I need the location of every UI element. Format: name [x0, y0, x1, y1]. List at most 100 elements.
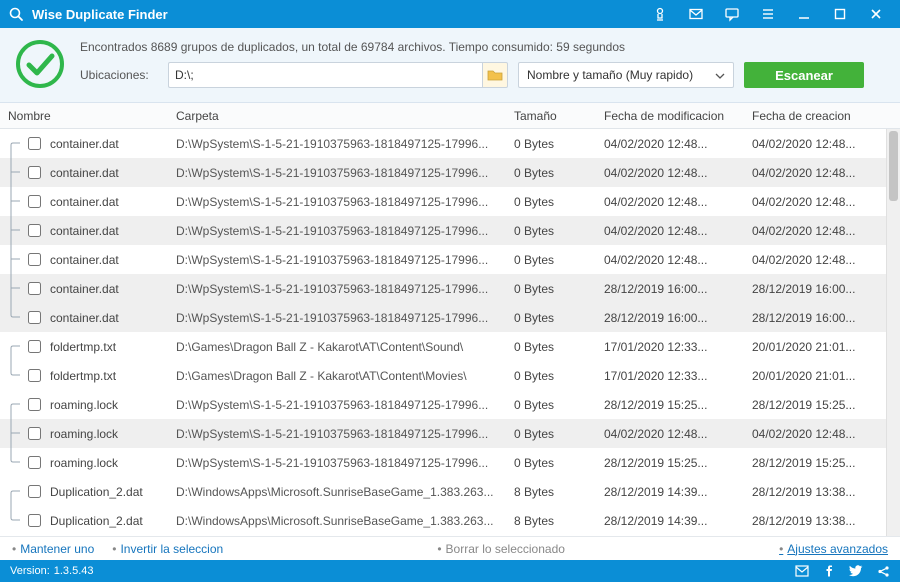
- table-row[interactable]: container.datD:\WpSystem\S-1-5-21-191037…: [0, 129, 886, 158]
- row-checkbox[interactable]: [28, 224, 41, 237]
- table-row[interactable]: Duplication_2.datD:\WindowsApps\Microsof…: [0, 477, 886, 506]
- col-modified[interactable]: Fecha de modificacion: [596, 109, 744, 123]
- close-button[interactable]: [858, 0, 894, 28]
- version-label: Version:: [10, 565, 50, 577]
- group-connector-icon: [0, 129, 22, 158]
- vertical-scrollbar[interactable]: [886, 129, 900, 536]
- row-checkbox[interactable]: [28, 137, 41, 150]
- minimize-button[interactable]: [786, 0, 822, 28]
- cell-folder: D:\WpSystem\S-1-5-21-1910375963-18184971…: [168, 311, 506, 325]
- cell-modified: 04/02/2020 12:48...: [596, 427, 744, 441]
- scan-button[interactable]: Escanear: [744, 62, 864, 88]
- feedback-icon[interactable]: [714, 0, 750, 28]
- row-checkbox[interactable]: [28, 282, 41, 295]
- status-success-icon: [14, 38, 66, 90]
- row-checkbox[interactable]: [28, 340, 41, 353]
- maximize-button[interactable]: [822, 0, 858, 28]
- cell-size: 0 Bytes: [506, 166, 596, 180]
- table-row[interactable]: container.datD:\WpSystem\S-1-5-21-191037…: [0, 245, 886, 274]
- col-size[interactable]: Tamaño: [506, 109, 596, 123]
- hint-icon[interactable]: [642, 0, 678, 28]
- scrollbar-thumb[interactable]: [889, 131, 898, 201]
- app-window: Wise Duplicate Finder Encontrados 8689 g…: [0, 0, 900, 582]
- cell-name: container.dat: [46, 282, 168, 296]
- advanced-settings-link[interactable]: •Ajustes avanzados: [779, 542, 888, 556]
- cell-modified: 28/12/2019 14:39...: [596, 485, 744, 499]
- table-row[interactable]: foldertmp.txtD:\Games\Dragon Ball Z - Ka…: [0, 361, 886, 390]
- cell-modified: 04/02/2020 12:48...: [596, 166, 744, 180]
- sb-mail-icon[interactable]: [795, 565, 809, 578]
- cell-name: container.dat: [46, 224, 168, 238]
- delete-selected-link[interactable]: •Borrar lo seleccionado: [437, 542, 565, 556]
- cell-folder: D:\Games\Dragon Ball Z - Kakarot\AT\Cont…: [168, 340, 506, 354]
- mail-icon[interactable]: [678, 0, 714, 28]
- invert-selection-link[interactable]: •Invertir la seleccion: [112, 542, 223, 556]
- group-connector-icon: [0, 187, 22, 216]
- titlebar: Wise Duplicate Finder: [0, 0, 900, 28]
- cell-created: 28/12/2019 16:00...: [744, 311, 886, 325]
- table-row[interactable]: roaming.lockD:\WpSystem\S-1-5-21-1910375…: [0, 419, 886, 448]
- cell-folder: D:\WpSystem\S-1-5-21-1910375963-18184971…: [168, 398, 506, 412]
- version-value: 1.3.5.43: [54, 565, 94, 577]
- row-checkbox[interactable]: [28, 369, 41, 382]
- group-connector-icon: [0, 158, 22, 187]
- cell-name: roaming.lock: [46, 398, 168, 412]
- cell-size: 0 Bytes: [506, 340, 596, 354]
- cell-modified: 28/12/2019 15:25...: [596, 456, 744, 470]
- cell-name: foldertmp.txt: [46, 369, 168, 383]
- row-checkbox[interactable]: [28, 485, 41, 498]
- cell-folder: D:\WpSystem\S-1-5-21-1910375963-18184971…: [168, 166, 506, 180]
- group-connector-icon: [0, 332, 22, 361]
- cell-name: container.dat: [46, 311, 168, 325]
- match-mode-value: Nombre y tamaño (Muy rapido): [527, 68, 693, 82]
- table-row[interactable]: container.datD:\WpSystem\S-1-5-21-191037…: [0, 274, 886, 303]
- row-checkbox[interactable]: [28, 166, 41, 179]
- row-checkbox[interactable]: [28, 398, 41, 411]
- cell-modified: 04/02/2020 12:48...: [596, 253, 744, 267]
- table-row[interactable]: container.datD:\WpSystem\S-1-5-21-191037…: [0, 303, 886, 332]
- group-connector-icon: [0, 245, 22, 274]
- keep-one-link[interactable]: •Mantener uno: [12, 542, 94, 556]
- row-checkbox[interactable]: [28, 456, 41, 469]
- sb-share-icon[interactable]: [877, 565, 890, 578]
- browse-folder-button[interactable]: [482, 62, 508, 88]
- cell-created: 04/02/2020 12:48...: [744, 195, 886, 209]
- cell-created: 20/01/2020 21:01...: [744, 369, 886, 383]
- col-created[interactable]: Fecha de creacion: [744, 109, 886, 123]
- cell-folder: D:\WpSystem\S-1-5-21-1910375963-18184971…: [168, 282, 506, 296]
- col-name[interactable]: Nombre: [0, 109, 168, 123]
- statusbar: Version: 1.3.5.43: [0, 560, 900, 582]
- table-row[interactable]: foldertmp.txtD:\Games\Dragon Ball Z - Ka…: [0, 332, 886, 361]
- table-row[interactable]: container.datD:\WpSystem\S-1-5-21-191037…: [0, 216, 886, 245]
- cell-size: 0 Bytes: [506, 137, 596, 151]
- table-row[interactable]: roaming.lockD:\WpSystem\S-1-5-21-1910375…: [0, 390, 886, 419]
- cell-modified: 28/12/2019 14:39...: [596, 514, 744, 528]
- cell-name: container.dat: [46, 253, 168, 267]
- sb-twitter-icon[interactable]: [849, 565, 863, 578]
- table-row[interactable]: container.datD:\WpSystem\S-1-5-21-191037…: [0, 187, 886, 216]
- cell-size: 0 Bytes: [506, 369, 596, 383]
- row-checkbox[interactable]: [28, 427, 41, 440]
- table-row[interactable]: Duplication_2.datD:\WindowsApps\Microsof…: [0, 506, 886, 535]
- table-row[interactable]: container.datD:\WpSystem\S-1-5-21-191037…: [0, 158, 886, 187]
- group-connector-icon: [0, 506, 22, 535]
- cell-size: 0 Bytes: [506, 282, 596, 296]
- row-checkbox[interactable]: [28, 253, 41, 266]
- cell-folder: D:\WindowsApps\Microsoft.SunriseBaseGame…: [168, 485, 506, 499]
- row-checkbox[interactable]: [28, 311, 41, 324]
- cell-created: 28/12/2019 15:25...: [744, 398, 886, 412]
- cell-size: 8 Bytes: [506, 485, 596, 499]
- results-body: container.datD:\WpSystem\S-1-5-21-191037…: [0, 129, 900, 536]
- menu-icon[interactable]: [750, 0, 786, 28]
- sb-facebook-icon[interactable]: [823, 565, 835, 578]
- match-mode-select[interactable]: Nombre y tamaño (Muy rapido): [518, 62, 734, 88]
- group-connector-icon: [0, 390, 22, 419]
- cell-name: roaming.lock: [46, 427, 168, 441]
- locations-input[interactable]: [168, 62, 482, 88]
- row-checkbox[interactable]: [28, 514, 41, 527]
- app-title: Wise Duplicate Finder: [32, 7, 168, 22]
- cell-folder: D:\WpSystem\S-1-5-21-1910375963-18184971…: [168, 137, 506, 151]
- table-row[interactable]: roaming.lockD:\WpSystem\S-1-5-21-1910375…: [0, 448, 886, 477]
- row-checkbox[interactable]: [28, 195, 41, 208]
- col-folder[interactable]: Carpeta: [168, 109, 506, 123]
